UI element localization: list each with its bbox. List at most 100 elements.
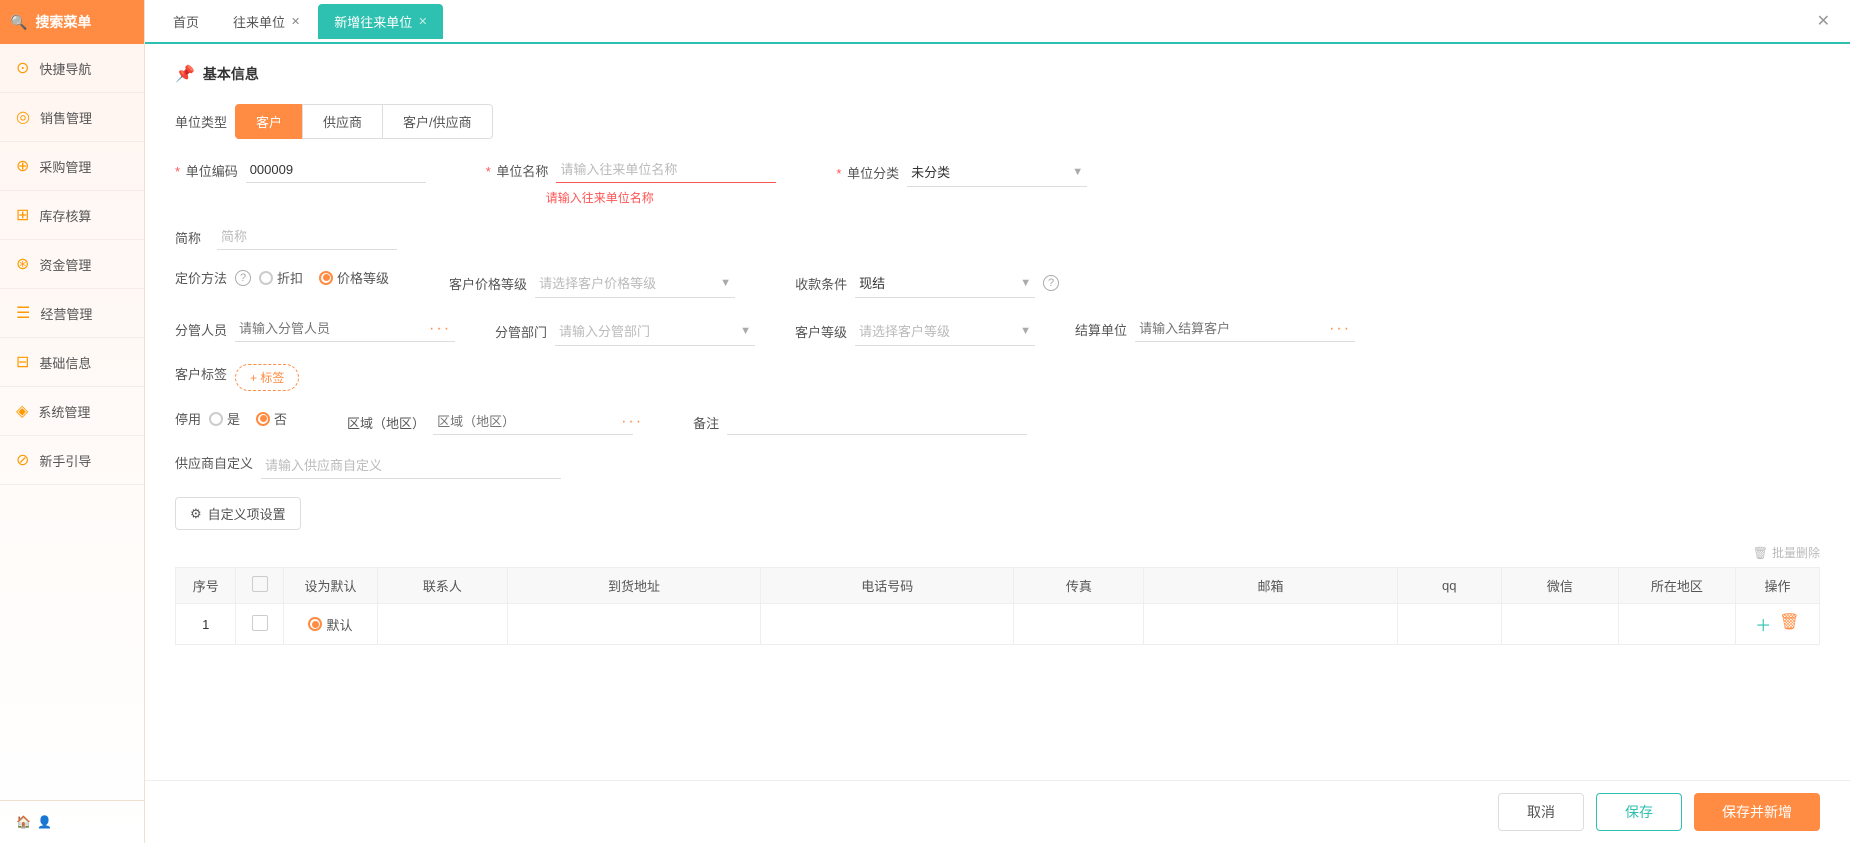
region-input[interactable] bbox=[433, 409, 617, 434]
manager-more-btn[interactable]: ··· bbox=[425, 320, 455, 338]
pin-icon: 📌 bbox=[175, 64, 195, 84]
row-region[interactable] bbox=[1618, 604, 1735, 645]
dept-placeholder: 请输入分管部门 bbox=[559, 321, 736, 340]
operation-icon: ☰ bbox=[16, 303, 30, 323]
region-more-btn[interactable]: ··· bbox=[617, 413, 647, 431]
unit-code-label: * 单位编码 bbox=[175, 161, 238, 180]
settlement-unit-label: 结算单位 bbox=[1075, 320, 1127, 339]
customer-level-field: 客户等级 请选择客户等级 ▼ bbox=[795, 316, 1035, 346]
fax-input[interactable] bbox=[1039, 617, 1119, 632]
row-default-radio[interactable]: 默认 bbox=[294, 615, 367, 634]
abbr-input[interactable] bbox=[217, 224, 397, 250]
row-fax[interactable] bbox=[1014, 604, 1144, 645]
sidebar-label-system: 系统管理 bbox=[38, 402, 90, 421]
unit-code-input[interactable] bbox=[246, 157, 426, 183]
sidebar-label-quick-nav: 快捷导航 bbox=[39, 59, 91, 78]
th-phone: 电话号码 bbox=[761, 568, 1014, 604]
sales-icon: ◎ bbox=[16, 107, 30, 127]
row-contact[interactable] bbox=[377, 604, 507, 645]
phone-input[interactable] bbox=[771, 617, 1003, 632]
payment-terms-label: 收款条件 bbox=[795, 274, 847, 293]
row-qq[interactable] bbox=[1397, 604, 1501, 645]
radio-outer-yes bbox=[209, 412, 223, 426]
customer-level-label: 客户等级 bbox=[795, 322, 847, 341]
region-table-input[interactable] bbox=[1642, 617, 1712, 632]
th-contact: 联系人 bbox=[377, 568, 507, 604]
customer-level-select[interactable]: 请选择客户等级 ▼ bbox=[855, 316, 1035, 346]
row-address[interactable] bbox=[507, 604, 760, 645]
window-close-btn[interactable]: ✕ bbox=[1809, 7, 1838, 35]
pricing-radio-level[interactable]: 价格等级 bbox=[319, 268, 389, 287]
settlement-unit-more-btn[interactable]: ··· bbox=[1325, 320, 1355, 338]
payment-terms-help-icon[interactable]: ? bbox=[1043, 275, 1059, 291]
pricing-radio-discount[interactable]: 折扣 bbox=[259, 268, 303, 287]
unit-type-field: 单位类型 客户 供应商 客户/供应商 bbox=[175, 104, 493, 139]
th-action: 操作 bbox=[1735, 568, 1819, 604]
address-input[interactable] bbox=[518, 617, 750, 632]
tab-partners[interactable]: 往来单位 ✕ bbox=[217, 4, 316, 39]
unit-name-input[interactable] bbox=[556, 157, 776, 183]
table-header-row: 序号 设为默认 联系人 到货地址 电话号码 传真 邮箱 qq 微信 所在地区 操… bbox=[176, 568, 1820, 604]
customer-price-level-field: 客户价格等级 请选择客户价格等级 ▼ bbox=[449, 268, 735, 298]
tab-partners-close[interactable]: ✕ bbox=[291, 15, 300, 28]
settlement-unit-input[interactable] bbox=[1135, 316, 1325, 341]
sidebar-item-basic-info[interactable]: ⊟ 基础信息 bbox=[0, 338, 144, 387]
qq-input[interactable] bbox=[1419, 617, 1479, 632]
wechat-input[interactable] bbox=[1525, 617, 1595, 632]
search-icon: 🔍 bbox=[10, 14, 27, 31]
payment-terms-select[interactable]: 现结 ▼ bbox=[855, 268, 1035, 298]
custom-settings-btn[interactable]: ⚙ 自定义项设置 bbox=[175, 497, 301, 530]
manager-input[interactable] bbox=[235, 316, 425, 341]
row-checkbox[interactable] bbox=[252, 615, 268, 631]
disable-radio-no[interactable]: 否 bbox=[256, 409, 287, 428]
row-email[interactable] bbox=[1144, 604, 1397, 645]
disable-radio-yes[interactable]: 是 bbox=[209, 409, 240, 428]
pricing-help-icon[interactable]: ? bbox=[235, 270, 251, 286]
cancel-button[interactable]: 取消 bbox=[1498, 793, 1584, 831]
save-button[interactable]: 保存 bbox=[1596, 793, 1682, 831]
default-label: 默认 bbox=[326, 615, 352, 634]
customer-price-level-placeholder: 请选择客户价格等级 bbox=[539, 273, 716, 292]
type-btn-supplier[interactable]: 供应商 bbox=[302, 104, 383, 139]
supplier-custom-input[interactable] bbox=[261, 453, 561, 479]
add-tag-btn[interactable]: + 标签 bbox=[235, 364, 299, 391]
row-phone[interactable] bbox=[761, 604, 1014, 645]
customer-tag-label: 客户标签 bbox=[175, 364, 227, 383]
tab-new-partner[interactable]: 新增往来单位 ✕ bbox=[318, 4, 443, 39]
sidebar-item-quick-nav[interactable]: ⊙ 快捷导航 bbox=[0, 44, 144, 93]
sidebar-item-system[interactable]: ◈ 系统管理 bbox=[0, 387, 144, 436]
customer-price-level-select[interactable]: 请选择客户价格等级 ▼ bbox=[535, 268, 735, 298]
sidebar-item-inventory[interactable]: ⊞ 库存核算 bbox=[0, 191, 144, 240]
tab-new-partner-close[interactable]: ✕ bbox=[418, 15, 427, 28]
customer-tag-row: 客户标签 + 标签 bbox=[175, 364, 1820, 391]
supplier-custom-row: 供应商自定义 bbox=[175, 453, 1820, 479]
unit-category-value: 未分类 bbox=[911, 162, 1068, 181]
unit-category-select[interactable]: 未分类 ▼ bbox=[907, 157, 1087, 187]
region-field: 区域（地区） ··· bbox=[347, 409, 633, 435]
batch-delete-btn[interactable]: 🗑 批量删除 bbox=[1753, 544, 1820, 561]
tab-home[interactable]: 首页 bbox=[157, 4, 215, 39]
row-delete-icon[interactable]: 🗑 bbox=[1779, 612, 1799, 636]
row-add-icon[interactable]: ＋ bbox=[1755, 612, 1771, 636]
email-input[interactable] bbox=[1154, 617, 1386, 632]
search-menu-btn[interactable]: 🔍 搜索菜单 bbox=[0, 0, 144, 44]
row-wechat[interactable] bbox=[1501, 604, 1618, 645]
disable-radio-no-label: 否 bbox=[274, 409, 287, 428]
settings-gear-icon: ⚙ bbox=[190, 506, 202, 522]
manager-input-wrapper: ··· bbox=[235, 316, 455, 342]
save-new-button[interactable]: 保存并新增 bbox=[1694, 793, 1820, 831]
sidebar-item-purchase[interactable]: ⊕ 采购管理 bbox=[0, 142, 144, 191]
type-btn-both[interactable]: 客户/供应商 bbox=[382, 104, 493, 139]
sidebar-item-new-guide[interactable]: ⊘ 新手引导 bbox=[0, 436, 144, 485]
dept-select[interactable]: 请输入分管部门 ▼ bbox=[555, 316, 755, 346]
remark-label: 备注 bbox=[693, 413, 719, 432]
tab-partners-label: 往来单位 bbox=[233, 12, 285, 31]
remark-input[interactable] bbox=[727, 409, 1027, 435]
sidebar-item-sales[interactable]: ◎ 销售管理 bbox=[0, 93, 144, 142]
type-btn-customer[interactable]: 客户 bbox=[235, 104, 303, 139]
contact-input[interactable] bbox=[402, 617, 482, 632]
header-checkbox[interactable] bbox=[252, 576, 268, 592]
sidebar-item-operation[interactable]: ☰ 经营管理 bbox=[0, 289, 144, 338]
th-seq: 序号 bbox=[176, 568, 236, 604]
sidebar-item-capital[interactable]: ⊛ 资金管理 bbox=[0, 240, 144, 289]
